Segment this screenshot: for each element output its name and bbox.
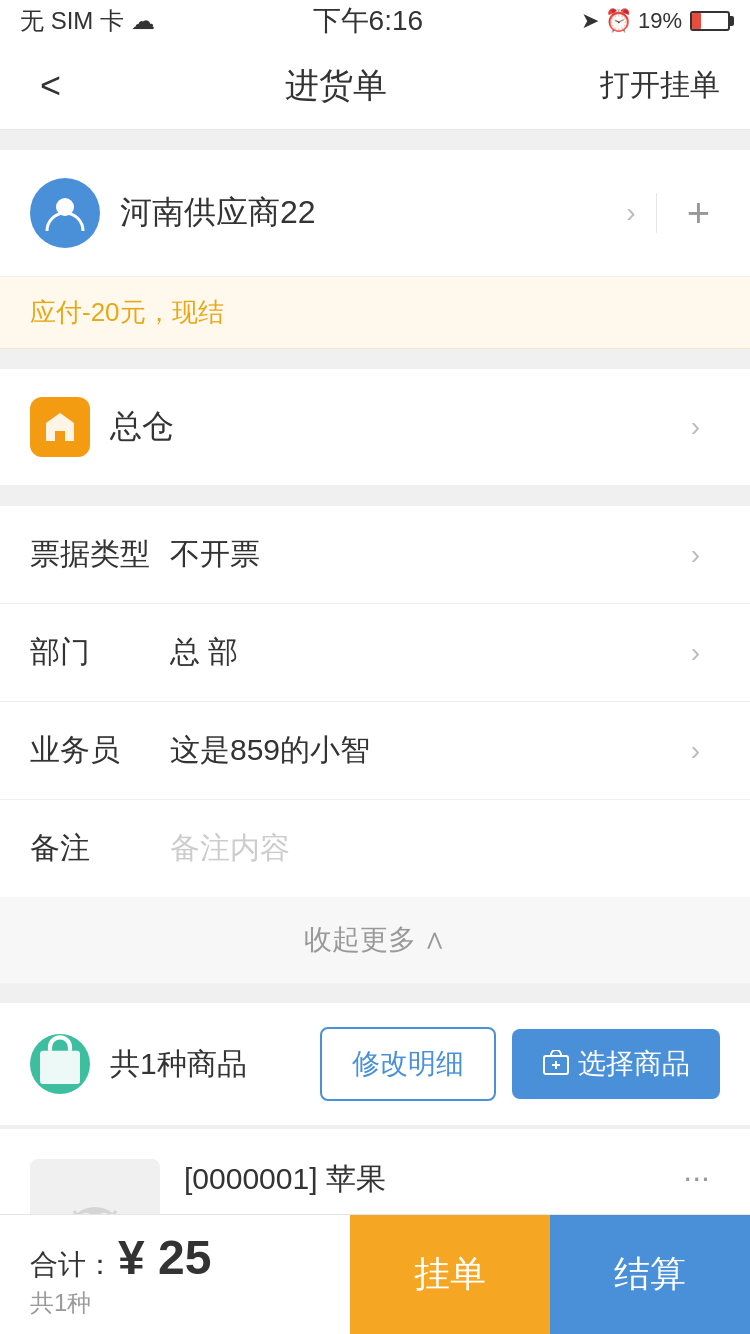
sim-status: 无 SIM 卡 ☁ (20, 5, 155, 37)
sales-value: 这是859的小智 (170, 730, 691, 771)
back-button[interactable]: < (30, 55, 71, 117)
invoice-row[interactable]: 票据类型 不开票 › (0, 505, 750, 603)
total-amount: ¥ 25 (118, 1230, 211, 1285)
total-label: 合计： (30, 1246, 114, 1284)
footer-bar: 合计： ¥ 25 共1种 挂单 结算 (0, 1214, 750, 1334)
remark-label: 备注 (30, 828, 170, 869)
dept-chevron-icon: › (691, 637, 700, 669)
status-time: 下午6:16 (313, 2, 424, 40)
pend-button[interactable]: 挂单 (350, 1215, 550, 1335)
nav-bar: < 进货单 打开挂单 (0, 42, 750, 130)
cart-icon (542, 1050, 570, 1078)
notice-row: 应付-20元，现结 (0, 277, 750, 349)
sales-chevron-icon: › (691, 735, 700, 767)
divider-2 (0, 485, 750, 505)
svg-rect-1 (55, 431, 65, 441)
add-button[interactable]: + (677, 191, 720, 236)
product-name: [0000001] 苹果 (184, 1159, 673, 1200)
select-product-label: 选择商品 (578, 1045, 690, 1083)
status-right: ➤ ⏰ 19% (581, 8, 730, 34)
form-section: 票据类型 不开票 › 部门 总 部 › 业务员 这是859的小智 › 备注 备注… (0, 505, 750, 897)
collapse-button[interactable]: 收起更多 ∧ (0, 897, 750, 983)
alarm-icon: ⏰ (605, 8, 632, 34)
vertical-divider (656, 193, 657, 233)
product-code: [0000001] (184, 1162, 317, 1195)
status-left: 无 SIM 卡 ☁ (20, 5, 155, 37)
invoice-value: 不开票 (170, 534, 691, 575)
top-divider (0, 130, 750, 150)
supplier-avatar (30, 178, 100, 248)
warehouse-icon (30, 397, 90, 457)
invoice-label: 票据类型 (30, 534, 170, 575)
battery-percent: 19% (638, 8, 682, 34)
department-row[interactable]: 部门 总 部 › (0, 603, 750, 701)
warehouse-chevron-icon: › (691, 411, 700, 443)
warehouse-section: 总仓 › (0, 369, 750, 485)
open-pending-button[interactable]: 打开挂单 (600, 65, 720, 106)
dept-value: 总 部 (170, 632, 691, 673)
settle-button[interactable]: 结算 (550, 1215, 750, 1335)
footer-total: 合计： ¥ 25 共1种 (0, 1230, 350, 1319)
remark-row[interactable]: 备注 备注内容 (0, 799, 750, 897)
supplier-name: 河南供应商22 (120, 191, 626, 235)
edit-detail-button[interactable]: 修改明细 (320, 1027, 496, 1101)
salesperson-row[interactable]: 业务员 这是859的小智 › (0, 701, 750, 799)
divider-1 (0, 349, 750, 369)
product-section-icon (30, 1034, 90, 1094)
warehouse-name: 总仓 (110, 405, 691, 449)
location-icon: ➤ (581, 8, 599, 34)
remark-input[interactable]: 备注内容 (170, 828, 720, 869)
supplier-section: 河南供应商22 › + 应付-20元，现结 (0, 150, 750, 349)
product-count-label: 共1种商品 (110, 1044, 320, 1085)
warehouse-row[interactable]: 总仓 › (0, 369, 750, 485)
status-bar: 无 SIM 卡 ☁ 下午6:16 ➤ ⏰ 19% (0, 0, 750, 42)
divider-3 (0, 983, 750, 1003)
supplier-chevron-icon: › (626, 197, 635, 229)
supplier-row[interactable]: 河南供应商22 › + (0, 150, 750, 277)
dept-label: 部门 (30, 632, 170, 673)
sales-label: 业务员 (30, 730, 170, 771)
total-count: 共1种 (30, 1287, 320, 1319)
select-product-button[interactable]: 选择商品 (512, 1029, 720, 1099)
more-options-button[interactable]: ··· (673, 1159, 720, 1196)
battery-icon (690, 11, 730, 31)
page-title: 进货单 (285, 63, 387, 109)
svg-rect-2 (40, 1051, 80, 1084)
product-header-divider (0, 1125, 750, 1127)
product-title: 苹果 (326, 1162, 386, 1195)
product-header: 共1种商品 修改明细 选择商品 (0, 1003, 750, 1125)
invoice-chevron-icon: › (691, 539, 700, 571)
